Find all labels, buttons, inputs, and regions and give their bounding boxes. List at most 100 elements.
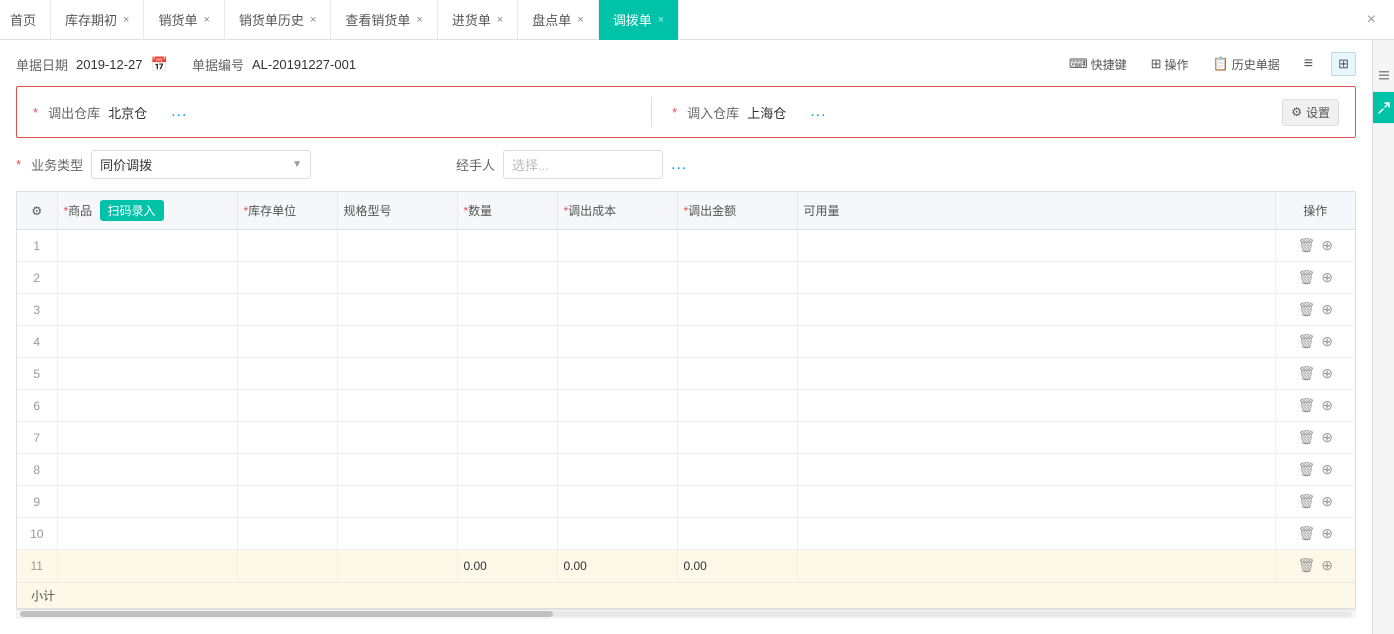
qty-cell-8[interactable] (457, 454, 557, 486)
cost-cell-8[interactable] (557, 454, 677, 486)
copy-row-7-icon[interactable]: ⊕ (1321, 429, 1333, 446)
unit-cell-4[interactable] (237, 326, 337, 358)
tab-purchase-order[interactable]: 进货单 × (438, 0, 518, 40)
spec-cell-1[interactable] (337, 230, 457, 262)
amount-cell-2[interactable] (677, 262, 797, 294)
amount-cell-3[interactable] (677, 294, 797, 326)
tab-stocktake[interactable]: 盘点单 × (518, 0, 598, 40)
unit-cell-1[interactable] (237, 230, 337, 262)
warehouse-out-more-button[interactable]: ... (171, 103, 187, 121)
delete-row-3-icon[interactable]: 🗑 (1297, 301, 1315, 318)
scan-entry-button[interactable]: 扫码录入 (100, 200, 164, 221)
tab-close-purchase-order[interactable]: × (497, 14, 503, 26)
product-cell-2[interactable] (57, 262, 237, 294)
tab-sales-history[interactable]: 销货单历史 × (225, 0, 331, 40)
qty-cell-1[interactable] (457, 230, 557, 262)
amount-cell-8[interactable] (677, 454, 797, 486)
copy-row-4-icon[interactable]: ⊕ (1321, 333, 1333, 350)
product-cell-3[interactable] (57, 294, 237, 326)
unit-cell-6[interactable] (237, 390, 337, 422)
delete-row-2-icon[interactable]: 🗑 (1297, 269, 1315, 286)
cost-cell-2[interactable] (557, 262, 677, 294)
calendar-icon[interactable]: 📅 (151, 56, 168, 73)
spec-cell-6[interactable] (337, 390, 457, 422)
cost-cell-7[interactable] (557, 422, 677, 454)
amount-cell-7[interactable] (677, 422, 797, 454)
product-cell-6[interactable] (57, 390, 237, 422)
warehouse-in-more-button[interactable]: ... (810, 103, 826, 121)
spec-cell-4[interactable] (337, 326, 457, 358)
qty-cell-6[interactable] (457, 390, 557, 422)
delete-row-5-icon[interactable]: 🗑 (1297, 365, 1315, 382)
cost-cell-5[interactable] (557, 358, 677, 390)
qty-cell-4[interactable] (457, 326, 557, 358)
spec-cell-10[interactable] (337, 518, 457, 550)
tab-close-transfer[interactable]: × (658, 14, 664, 26)
cost-cell-9[interactable] (557, 486, 677, 518)
business-type-select[interactable]: 同价调拨 ▼ (91, 150, 311, 179)
tab-inventory-init[interactable]: 库存期初 × (51, 0, 144, 40)
warehouse-in-value[interactable]: 上海仓 (747, 103, 786, 122)
spec-cell-8[interactable] (337, 454, 457, 486)
delete-row-6-icon[interactable]: 🗑 (1297, 397, 1315, 414)
sidebar-expand-icon[interactable] (1373, 92, 1394, 124)
delete-row-10-icon[interactable]: 🗑 (1297, 525, 1315, 542)
tab-close-view-sales[interactable]: × (416, 14, 422, 26)
copy-row-2-icon[interactable]: ⊕ (1321, 269, 1333, 286)
amount-cell-10[interactable] (677, 518, 797, 550)
qty-cell-10[interactable] (457, 518, 557, 550)
layout-list-button[interactable]: ≡ (1298, 52, 1319, 76)
delete-row-7-icon[interactable]: 🗑 (1297, 429, 1315, 446)
unit-cell-5[interactable] (237, 358, 337, 390)
unit-cell-3[interactable] (237, 294, 337, 326)
copy-row-11-icon[interactable]: ⊕ (1321, 557, 1333, 574)
copy-row-1-icon[interactable]: ⊕ (1321, 237, 1333, 254)
qty-cell-2[interactable] (457, 262, 557, 294)
tab-transfer[interactable]: 调拨单 × (599, 0, 679, 40)
product-cell-7[interactable] (57, 422, 237, 454)
delete-row-9-icon[interactable]: 🗑 (1297, 493, 1315, 510)
tab-view-sales[interactable]: 查看销货单 × (331, 0, 437, 40)
settings-icon[interactable]: ⚙ (31, 204, 42, 218)
copy-row-3-icon[interactable]: ⊕ (1321, 301, 1333, 318)
horizontal-scrollbar[interactable] (16, 609, 1356, 619)
unit-cell-7[interactable] (237, 422, 337, 454)
shortcut-key-button[interactable]: ⌨ 快捷键 (1063, 53, 1133, 76)
spec-cell-5[interactable] (337, 358, 457, 390)
sidebar-doc-list-icon[interactable] (1373, 60, 1394, 92)
delete-row-1-icon[interactable]: 🗑 (1297, 237, 1315, 254)
cost-cell-6[interactable] (557, 390, 677, 422)
amount-cell-5[interactable] (677, 358, 797, 390)
qty-cell-3[interactable] (457, 294, 557, 326)
settings-button[interactable]: ⚙ 设置 (1282, 99, 1339, 126)
copy-row-8-icon[interactable]: ⊕ (1321, 461, 1333, 478)
copy-row-6-icon[interactable]: ⊕ (1321, 397, 1333, 414)
handler-more-button[interactable]: ... (671, 156, 687, 174)
scrollbar-thumb[interactable] (20, 611, 553, 617)
cost-cell-10[interactable] (557, 518, 677, 550)
tab-close-inventory-init[interactable]: × (123, 14, 129, 26)
tab-close-sales-order[interactable]: × (203, 14, 209, 26)
window-close-button[interactable]: × (1359, 11, 1384, 29)
tab-close-sales-history[interactable]: × (310, 14, 316, 26)
delete-row-8-icon[interactable]: 🗑 (1297, 461, 1315, 478)
spec-cell-2[interactable] (337, 262, 457, 294)
handler-input[interactable]: 选择... (503, 150, 663, 179)
delete-row-4-icon[interactable]: 🗑 (1297, 333, 1315, 350)
history-button[interactable]: 📋 历史单据 (1207, 53, 1286, 76)
tab-home[interactable]: 首页 (10, 0, 51, 40)
unit-cell-2[interactable] (237, 262, 337, 294)
spec-cell-3[interactable] (337, 294, 457, 326)
cost-cell-3[interactable] (557, 294, 677, 326)
qty-cell-9[interactable] (457, 486, 557, 518)
delete-row-11-icon[interactable]: 🗑 (1297, 557, 1315, 574)
spec-cell-9[interactable] (337, 486, 457, 518)
product-cell-1[interactable] (57, 230, 237, 262)
unit-cell-10[interactable] (237, 518, 337, 550)
layout-grid-button[interactable]: ⊞ (1331, 52, 1356, 76)
tab-close-stocktake[interactable]: × (577, 14, 583, 26)
unit-cell-8[interactable] (237, 454, 337, 486)
copy-row-10-icon[interactable]: ⊕ (1321, 525, 1333, 542)
product-cell-10[interactable] (57, 518, 237, 550)
copy-row-5-icon[interactable]: ⊕ (1321, 365, 1333, 382)
